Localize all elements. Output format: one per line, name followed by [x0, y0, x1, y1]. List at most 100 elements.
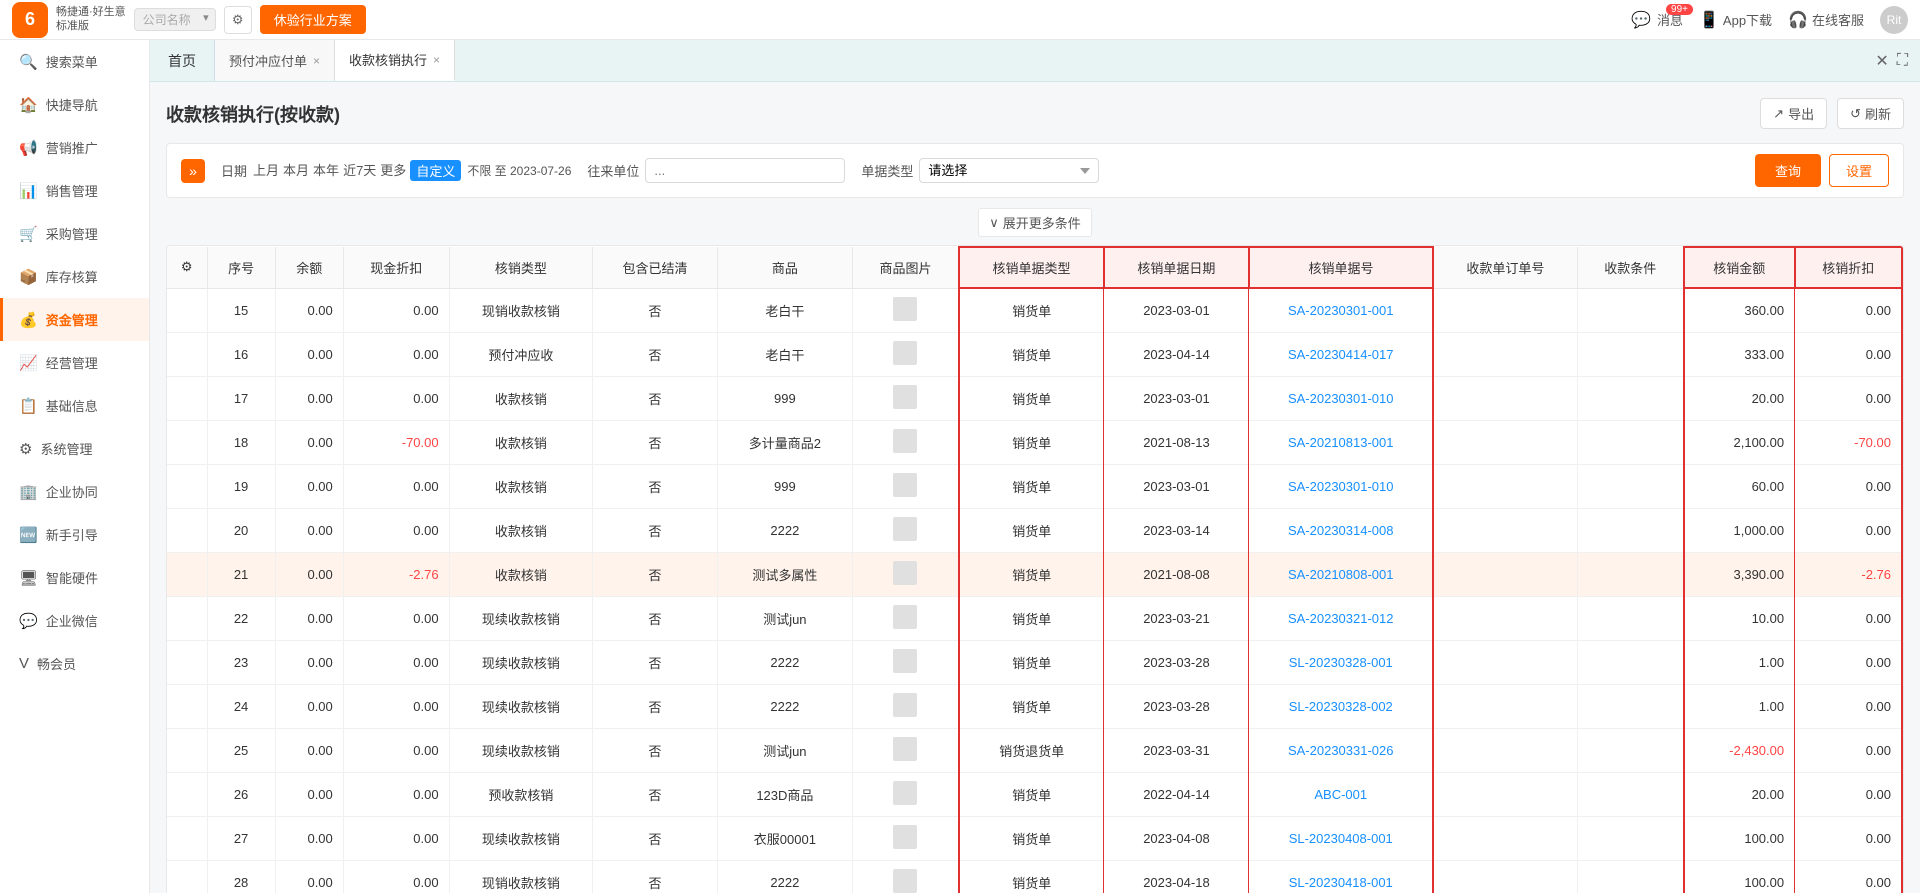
main-layout: 🔍 搜索菜单 🏠 快捷导航 📢 营销推广 📊 销售管理 🛒 采购管理 📦 库存核… [0, 40, 1920, 893]
td-cancel-doc-no: SA-20230331-026 [1249, 728, 1433, 772]
messages-btn[interactable]: 💬 99+ 消息 [1631, 10, 1683, 30]
sidebar-item-nav[interactable]: 🏠 快捷导航 [0, 83, 149, 126]
settings-icon[interactable]: ⚙ [224, 6, 252, 34]
cancel-doc-no-link[interactable]: SA-20230301-010 [1288, 391, 1394, 406]
date-link-more[interactable]: 更多 [380, 160, 406, 181]
cancel-doc-no-link[interactable]: SL-20230328-001 [1289, 655, 1393, 670]
td-goods: 2222 [717, 508, 852, 552]
page-title-actions: ↗ 导出 ↺ 刷新 [1760, 98, 1904, 129]
td-cancel-type: 收款核销 [449, 552, 593, 596]
td-seq: 19 [207, 464, 275, 508]
expand-conditions-btn[interactable]: ∨ 展开更多条件 [978, 208, 1092, 237]
td-discount: -70.00 [343, 420, 449, 464]
td-receipt-order-no [1433, 420, 1577, 464]
td-balance: 0.00 [275, 420, 343, 464]
td-receipt-condition [1577, 772, 1684, 816]
sidebar-item-member[interactable]: V 畅会员 [0, 642, 149, 685]
cancel-doc-no-link[interactable]: SA-20230314-008 [1288, 523, 1394, 538]
filter-settings-btn[interactable]: 设置 [1829, 154, 1889, 187]
td-cancel-doc-type: 销货单 [959, 860, 1104, 893]
td-cancel-doc-no: SA-20230301-001 [1249, 288, 1433, 332]
sidebar-item-guide[interactable]: 🆕 新手引导 [0, 513, 149, 556]
th-settings[interactable]: ⚙ [167, 247, 207, 288]
from-unit-input[interactable] [645, 158, 845, 183]
td-included: 否 [593, 508, 718, 552]
cancel-doc-no-link[interactable]: SA-20210808-001 [1288, 567, 1394, 582]
industry-btn[interactable]: 休验行业方案 [260, 5, 366, 34]
sidebar-item-operation[interactable]: 📈 经营管理 [0, 341, 149, 384]
sidebar-item-inventory[interactable]: 📦 库存核算 [0, 255, 149, 298]
cancel-doc-no-link[interactable]: SA-20230301-001 [1288, 303, 1394, 318]
th-balance: 余额 [275, 247, 343, 288]
td-balance: 0.00 [275, 552, 343, 596]
td-goods: 老白干 [717, 288, 852, 332]
td-receipt-order-no [1433, 552, 1577, 596]
table-body: 15 0.00 0.00 现销收款核销 否 老白干 销货单 2023-03-01… [167, 288, 1902, 893]
cancel-doc-no-link[interactable]: SL-20230408-001 [1289, 831, 1393, 846]
td-cancel-doc-no: SA-20230414-017 [1249, 332, 1433, 376]
date-link-7days[interactable]: 近7天 [343, 160, 376, 181]
td-cancel-amount: 360.00 [1684, 288, 1795, 332]
th-receipt-condition: 收款条件 [1577, 247, 1684, 288]
cancel-doc-no-link[interactable]: SA-20230301-010 [1288, 479, 1394, 494]
date-link-last-month[interactable]: 上月 [253, 160, 279, 181]
td-balance: 0.00 [275, 684, 343, 728]
sidebar-item-finance[interactable]: 💰 资金管理 [0, 298, 149, 341]
sidebar-item-marketing[interactable]: 📢 营销推广 [0, 126, 149, 169]
th-cancel-doc-no: 核销单据号 [1249, 247, 1433, 288]
sidebar-item-purchase[interactable]: 🛒 采购管理 [0, 212, 149, 255]
td-cancel-doc-no: SA-20230301-010 [1249, 376, 1433, 420]
app-download-btn[interactable]: 📱 App下载 [1699, 10, 1772, 30]
td-seq: 17 [207, 376, 275, 420]
cancel-doc-no-link[interactable]: ABC-001 [1314, 787, 1367, 802]
td-included: 否 [593, 640, 718, 684]
td-cancel-doc-no: SA-20210813-001 [1249, 420, 1433, 464]
system-icon: ⚙ [19, 440, 32, 458]
date-link-this-year[interactable]: 本年 [313, 160, 339, 181]
sidebar-item-corp[interactable]: 🏢 企业协同 [0, 470, 149, 513]
td-goods-img [852, 640, 959, 684]
tab-expand-btn[interactable]: ⛶ [1897, 52, 1908, 70]
sidebar-item-search[interactable]: 🔍 搜索菜单 [0, 40, 149, 83]
sidebar-item-system[interactable]: ⚙ 系统管理 [0, 427, 149, 470]
filter-expand-btn[interactable]: » [181, 159, 205, 183]
date-link-this-month[interactable]: 本月 [283, 160, 309, 181]
tab-prepay[interactable]: 预付冲应付单 × [215, 40, 335, 81]
cancel-doc-no-link[interactable]: SL-20230328-002 [1289, 699, 1393, 714]
td-settings [167, 552, 207, 596]
td-cancel-type: 收款核销 [449, 508, 593, 552]
export-btn[interactable]: ↗ 导出 [1760, 98, 1827, 129]
tab-receive-close[interactable]: × [433, 53, 440, 67]
cancel-doc-no-link[interactable]: SL-20230418-001 [1289, 875, 1393, 890]
td-discount: 0.00 [343, 860, 449, 893]
tab-home[interactable]: 首页 [150, 40, 215, 81]
tab-prepay-close[interactable]: × [313, 54, 320, 68]
date-link-custom[interactable]: 自定义 [410, 160, 461, 181]
cancel-doc-no-link[interactable]: SA-20230414-017 [1288, 347, 1394, 362]
td-cancel-type: 预收款核销 [449, 772, 593, 816]
sidebar-item-basic[interactable]: 📋 基础信息 [0, 384, 149, 427]
td-included: 否 [593, 596, 718, 640]
sidebar-item-hardware[interactable]: 🖥 智能硬件 [0, 556, 149, 599]
td-included: 否 [593, 420, 718, 464]
sidebar-item-sales[interactable]: 📊 销售管理 [0, 169, 149, 212]
cancel-doc-no-link[interactable]: SA-20210813-001 [1288, 435, 1394, 450]
refresh-btn[interactable]: ↺ 刷新 [1837, 98, 1904, 129]
cancel-doc-no-link[interactable]: SA-20230321-012 [1288, 611, 1394, 626]
user-avatar[interactable]: Rit [1880, 6, 1908, 34]
online-service-btn[interactable]: 🎧 在线客服 [1788, 10, 1864, 30]
receipt-type-select[interactable]: 请选择 [919, 158, 1099, 183]
sidebar-item-wechat[interactable]: 💬 企业微信 [0, 599, 149, 642]
finance-icon: 💰 [19, 311, 38, 329]
table-row: 27 0.00 0.00 现续收款核销 否 衣服00001 销货单 2023-0… [167, 816, 1902, 860]
company-selector[interactable]: 公司名称 [134, 8, 216, 31]
cancel-doc-no-link[interactable]: SA-20230331-026 [1288, 743, 1394, 758]
tab-receive[interactable]: 收款核销执行 × [335, 40, 455, 81]
td-goods-img [852, 420, 959, 464]
td-goods-img [852, 860, 959, 893]
td-cancel-amount: 3,390.00 [1684, 552, 1795, 596]
td-seq: 26 [207, 772, 275, 816]
query-btn[interactable]: 查询 [1755, 154, 1821, 187]
td-settings [167, 772, 207, 816]
tab-close-all-btn[interactable]: ✕ [1875, 51, 1888, 71]
